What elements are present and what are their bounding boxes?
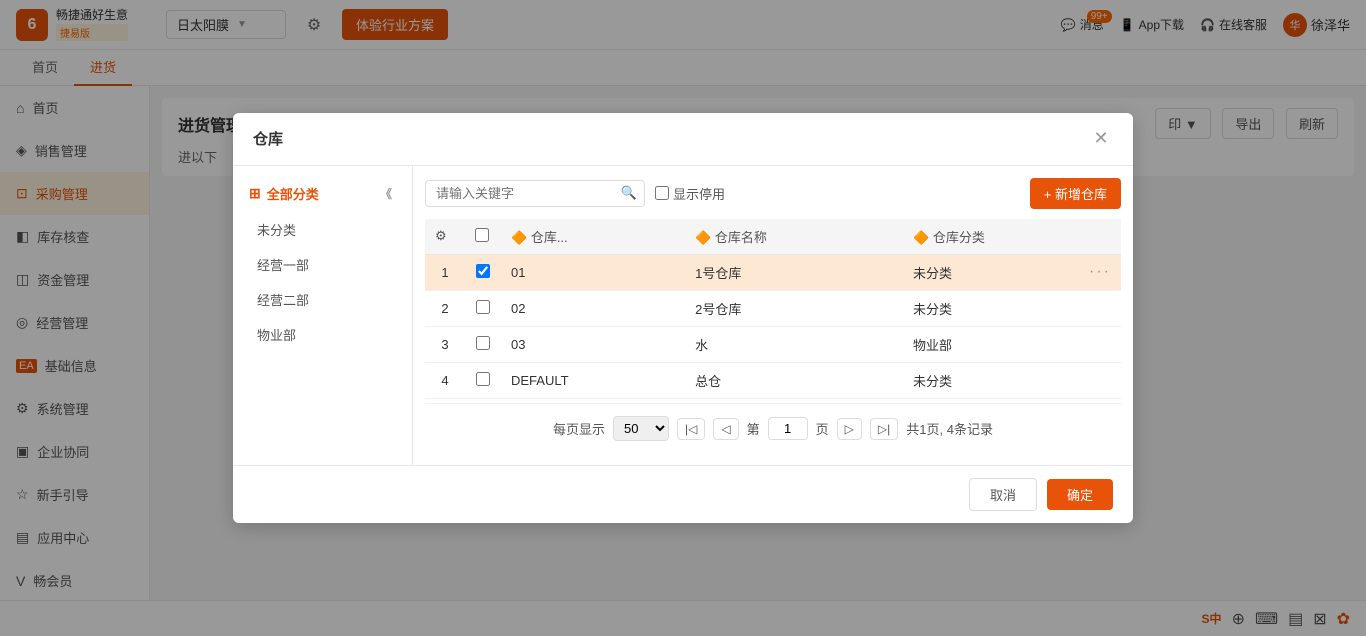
table-row: 3 03 水 物业部 (425, 327, 1121, 363)
row-category: 未分类··· (903, 255, 1121, 291)
row-checkbox[interactable] (476, 372, 490, 386)
collapse-button[interactable]: 《 (376, 184, 396, 204)
row-name: 水 (685, 327, 903, 363)
category-item-dept1[interactable]: 经营一部 (233, 247, 412, 282)
th-settings: ⚙ (425, 219, 465, 255)
warehouse-table: ⚙ 🔶 仓库... 🔶 仓库名称 (425, 219, 1121, 400)
grid-icon: ⊞ (249, 185, 261, 202)
category-item-dept2[interactable]: 经营二部 (233, 282, 412, 317)
th-checkbox (465, 219, 501, 255)
th-category: 🔶 仓库分类 (903, 219, 1121, 255)
row-name: 总仓 (685, 363, 903, 399)
row-category: 未分类 (903, 291, 1121, 327)
category-sidebar: ⊞ 全部分类 《 未分类 经营一部 经营二部 物业部 (233, 166, 413, 466)
prev-page-button[interactable]: ◁ (713, 418, 738, 440)
table-toolbar: 🔍 显示停用 + 新增仓库 (425, 178, 1121, 209)
row-code: 01 (501, 254, 685, 291)
show-disabled-checkbox[interactable]: 显示停用 (655, 184, 725, 203)
cancel-button[interactable]: 取消 (969, 478, 1037, 511)
pagination: 每页显示 50 10 20 100 |◁ ◁ 第 页 ▷ ▷| 共1页, 4条记… (425, 403, 1121, 453)
table-row: 4 DEFAULT 总仓 未分类 (425, 363, 1121, 399)
first-page-button[interactable]: |◁ (677, 418, 705, 440)
page-input[interactable] (768, 417, 808, 440)
modal-footer: 取消 确定 (233, 465, 1133, 523)
row-num: 2 (425, 291, 465, 327)
row-name: 1号仓库 (685, 254, 903, 291)
select-all-checkbox[interactable] (475, 228, 489, 242)
modal-overlay: 仓库 ✕ ⊞ 全部分类 《 未分类 经营一部 经营二部 物业部 (0, 0, 1366, 636)
row-category: 物业部 (903, 327, 1121, 363)
row-more-button[interactable]: ··· (1089, 263, 1111, 281)
search-input[interactable] (425, 180, 645, 207)
row-checkbox-cell (465, 254, 501, 291)
th-name: 🔶 仓库名称 (685, 219, 903, 255)
new-warehouse-button[interactable]: + 新增仓库 (1030, 178, 1121, 209)
row-checkbox-cell (465, 291, 501, 327)
table-area: 🔍 显示停用 + 新增仓库 ⚙ (413, 166, 1133, 466)
row-checkbox[interactable] (476, 336, 490, 350)
row-name: 2号仓库 (685, 291, 903, 327)
row-checkbox-cell (465, 363, 501, 399)
row-code: DEFAULT (501, 363, 685, 399)
show-disabled-check[interactable] (655, 186, 669, 200)
row-code: 03 (501, 327, 685, 363)
modal-header: 仓库 ✕ (233, 113, 1133, 166)
table-header-row: ⚙ 🔶 仓库... 🔶 仓库名称 (425, 219, 1121, 255)
th-code: 🔶 仓库... (501, 219, 685, 255)
next-page-button[interactable]: ▷ (837, 418, 862, 440)
row-num: 3 (425, 327, 465, 363)
table-scroll: ⚙ 🔶 仓库... 🔶 仓库名称 (425, 219, 1121, 400)
confirm-button[interactable]: 确定 (1047, 479, 1113, 510)
search-icon[interactable]: 🔍 (621, 185, 637, 201)
last-page-button[interactable]: ▷| (870, 418, 898, 440)
row-checkbox[interactable] (476, 300, 490, 314)
row-num: 1 (425, 254, 465, 291)
category-item-unclassified[interactable]: 未分类 (233, 212, 412, 247)
row-checkbox-cell (465, 327, 501, 363)
category-header: ⊞ 全部分类 《 (233, 176, 412, 212)
row-code: 02 (501, 291, 685, 327)
row-checkbox[interactable] (476, 264, 490, 278)
modal-title: 仓库 (253, 128, 283, 149)
category-item-property[interactable]: 物业部 (233, 317, 412, 352)
warehouse-modal: 仓库 ✕ ⊞ 全部分类 《 未分类 经营一部 经营二部 物业部 (233, 113, 1133, 524)
table-row: 2 02 2号仓库 未分类 (425, 291, 1121, 327)
search-wrap: 🔍 (425, 180, 645, 207)
modal-close-button[interactable]: ✕ (1089, 127, 1113, 151)
row-category: 未分类 (903, 363, 1121, 399)
row-num: 4 (425, 363, 465, 399)
modal-body: ⊞ 全部分类 《 未分类 经营一部 经营二部 物业部 🔍 (233, 166, 1133, 466)
page-size-select[interactable]: 50 10 20 100 (613, 416, 669, 441)
table-row: 1 01 1号仓库 未分类··· (425, 254, 1121, 291)
